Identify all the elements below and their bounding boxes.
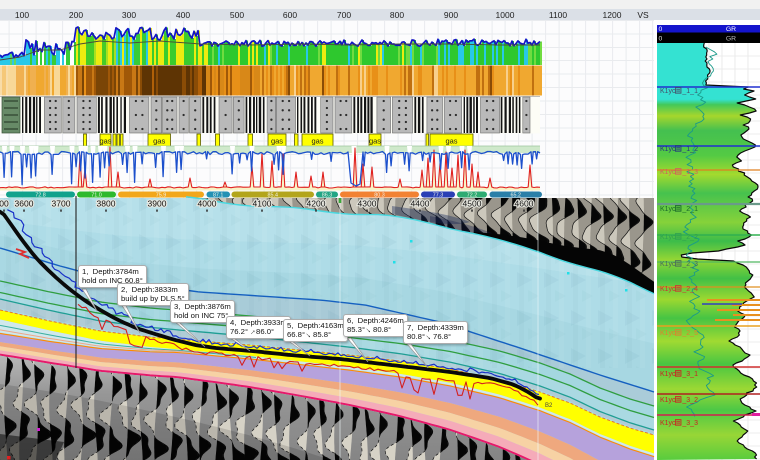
svg-text:K1yc: K1yc	[660, 286, 676, 293]
svg-text:72.8: 72.8	[35, 193, 46, 199]
svg-text:B2: B2	[545, 403, 553, 409]
svg-text:K1yc: K1yc	[660, 146, 676, 153]
svg-text:0: 0	[659, 26, 663, 33]
svg-text:4400: 4400	[411, 199, 430, 209]
svg-text:_1_2: _1_2	[681, 146, 698, 153]
svg-text:3900: 3900	[148, 199, 167, 209]
svg-text:K1yc: K1yc	[660, 330, 676, 337]
svg-text:4100: 4100	[253, 199, 272, 209]
svg-text:_2_2: _2_2	[681, 234, 698, 241]
svg-text:GR: GR	[726, 36, 736, 43]
svg-text:K1yc: K1yc	[660, 397, 676, 404]
svg-text:GR: GR	[726, 26, 736, 33]
svg-text:_2_4: _2_4	[681, 286, 698, 293]
svg-text:gas: gas	[369, 137, 381, 146]
svg-text:K1yc: K1yc	[660, 169, 676, 176]
svg-text:K1yc: K1yc	[660, 420, 676, 427]
svg-text:4500: 4500	[463, 199, 482, 209]
svg-text:gas: gas	[153, 137, 165, 146]
svg-text:gas: gas	[445, 137, 457, 146]
svg-text:3700: 3700	[52, 199, 71, 209]
svg-text:77.3: 77.3	[433, 193, 444, 199]
svg-text:0: 0	[659, 36, 663, 43]
svg-text:K1yc: K1yc	[660, 206, 676, 213]
svg-text:_3_2: _3_2	[681, 397, 698, 404]
svg-text:_1_3: _1_3	[681, 169, 698, 176]
svg-text:4300: 4300	[358, 199, 377, 209]
svg-text:K1yc: K1yc	[660, 88, 676, 95]
svg-text:gas: gas	[271, 137, 283, 146]
svg-text:_2_5: _2_5	[681, 330, 698, 337]
svg-text:4600: 4600	[515, 199, 534, 209]
svg-text:gas: gas	[99, 137, 111, 146]
svg-text:_2_3: _2_3	[681, 261, 698, 268]
svg-text:K1yc: K1yc	[660, 371, 676, 378]
svg-text:gas: gas	[311, 137, 323, 146]
svg-text:00: 00	[0, 199, 9, 209]
svg-text:_3_1: _3_1	[681, 371, 698, 378]
svg-text:_3_3: _3_3	[681, 420, 698, 427]
svg-text:3600: 3600	[15, 199, 34, 209]
svg-text:3800: 3800	[97, 199, 116, 209]
svg-text:K1yc: K1yc	[660, 261, 676, 268]
svg-text:K1yc: K1yc	[660, 234, 676, 241]
svg-text:4000: 4000	[198, 199, 217, 209]
svg-text:_1_1: _1_1	[681, 88, 698, 95]
svg-text:4200: 4200	[307, 199, 326, 209]
svg-text:_2_1: _2_1	[681, 206, 698, 213]
